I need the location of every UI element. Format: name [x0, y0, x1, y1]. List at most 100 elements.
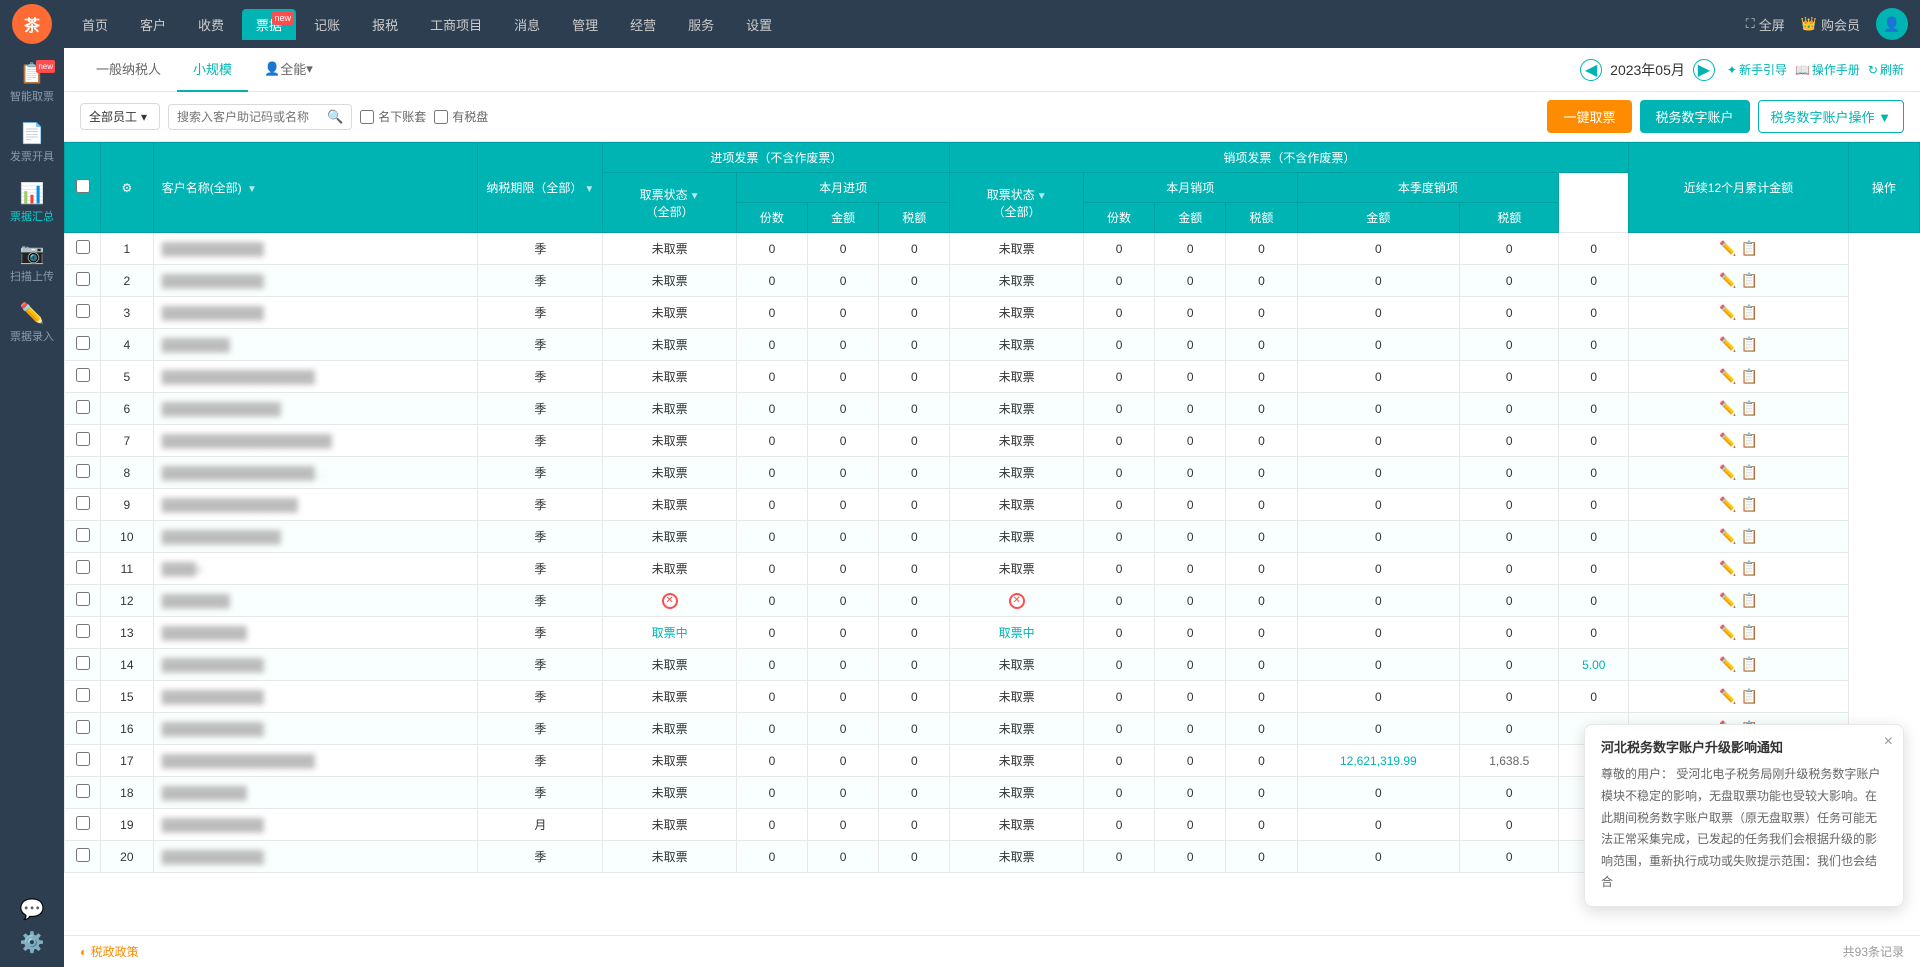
row-checkbox[interactable] — [76, 464, 90, 478]
copy-icon[interactable]: 📋 — [1740, 656, 1757, 673]
nav-accounting[interactable]: 记账 — [300, 9, 354, 40]
row-checkbox[interactable] — [76, 240, 90, 254]
edit-icon[interactable]: ✏️ — [1719, 336, 1736, 353]
row-checkbox[interactable] — [76, 272, 90, 286]
edit-icon[interactable]: ✏️ — [1719, 560, 1736, 577]
cell-checkbox[interactable] — [65, 841, 101, 873]
next-month-button[interactable]: ▶ — [1693, 59, 1715, 81]
one-click-ticket-button[interactable]: 一键取票 — [1547, 100, 1631, 133]
edit-icon[interactable]: ✏️ — [1719, 368, 1736, 385]
copy-icon[interactable]: 📋 — [1740, 304, 1757, 321]
row-checkbox[interactable] — [76, 432, 90, 446]
cell-checkbox[interactable] — [65, 617, 101, 649]
sidebar-item-entry[interactable]: ✏️ 票据录入 — [3, 296, 61, 352]
copy-icon[interactable]: 📋 — [1740, 624, 1757, 641]
tax-policy-link[interactable]: ◐ 税政政策 — [80, 943, 139, 960]
row-checkbox[interactable] — [76, 848, 90, 862]
cell-checkbox[interactable] — [65, 489, 101, 521]
cell-checkbox[interactable] — [65, 361, 101, 393]
nav-settings[interactable]: 设置 — [732, 9, 786, 40]
edit-icon[interactable]: ✏️ — [1719, 496, 1736, 513]
row-checkbox[interactable] — [76, 688, 90, 702]
sidebar-item-smart-ticket[interactable]: 📋 智能取票 new — [3, 56, 61, 112]
nav-service[interactable]: 服务 — [674, 9, 728, 40]
cell-checkbox[interactable] — [65, 713, 101, 745]
copy-icon[interactable]: 📋 — [1740, 688, 1757, 705]
cell-checkbox[interactable] — [65, 777, 101, 809]
row-checkbox[interactable] — [76, 336, 90, 350]
row-checkbox[interactable] — [76, 304, 90, 318]
edit-icon[interactable]: ✏️ — [1719, 240, 1736, 257]
cell-checkbox[interactable] — [65, 649, 101, 681]
cell-checkbox[interactable] — [65, 521, 101, 553]
copy-icon[interactable]: 📋 — [1740, 272, 1757, 289]
search-icon[interactable]: 🔍 — [327, 109, 343, 125]
sidebar-item-invoice[interactable]: 📄 发票开具 — [3, 116, 61, 172]
cell-checkbox[interactable] — [65, 233, 101, 265]
copy-icon[interactable]: 📋 — [1740, 528, 1757, 545]
copy-icon[interactable]: 📋 — [1740, 496, 1757, 513]
nav-manage[interactable]: 管理 — [558, 9, 612, 40]
cell-checkbox[interactable] — [65, 585, 101, 617]
edit-icon[interactable]: ✏️ — [1719, 304, 1736, 321]
cell-checkbox[interactable] — [65, 265, 101, 297]
avatar[interactable]: 👤 — [1876, 8, 1908, 40]
copy-icon[interactable]: 📋 — [1740, 240, 1757, 257]
vip-button[interactable]: 👑 购会员 — [1801, 15, 1860, 34]
copy-icon[interactable]: 📋 — [1740, 560, 1757, 577]
edit-icon[interactable]: ✏️ — [1719, 624, 1736, 641]
refresh-link[interactable]: ↻ 刷新 — [1868, 61, 1904, 78]
sidebar-settings[interactable]: ⚙️ — [20, 930, 45, 955]
new-guide-link[interactable]: ✦ 新手引导 — [1727, 61, 1787, 78]
th-in-status[interactable]: 取票状态▼（全部） — [603, 173, 737, 233]
cell-checkbox[interactable] — [65, 745, 101, 777]
cell-checkbox[interactable] — [65, 393, 101, 425]
cell-checkbox[interactable] — [65, 329, 101, 361]
tax-disk-checkbox[interactable] — [434, 110, 448, 124]
nav-customer[interactable]: 客户 — [126, 9, 180, 40]
row-checkbox[interactable] — [76, 400, 90, 414]
digital-tax-ops-button[interactable]: 税务数字账户操作 ▼ — [1758, 100, 1904, 133]
ledger-checkbox-label[interactable]: 名下账套 — [360, 108, 426, 125]
sidebar-item-scan[interactable]: 📷 扫描上传 — [3, 236, 61, 292]
edit-icon[interactable]: ✏️ — [1719, 528, 1736, 545]
tab-general-taxpayer[interactable]: 一般纳税人 — [80, 48, 177, 92]
nav-tax[interactable]: 报税 — [358, 9, 412, 40]
edit-icon[interactable]: ✏️ — [1719, 688, 1736, 705]
sidebar-item-summary[interactable]: 📊 票据汇总 — [3, 176, 61, 232]
row-checkbox[interactable] — [76, 368, 90, 382]
cell-checkbox[interactable] — [65, 553, 101, 585]
prev-month-button[interactable]: ◀ — [1580, 59, 1602, 81]
row-checkbox[interactable] — [76, 816, 90, 830]
digital-tax-button[interactable]: 税务数字账户 — [1640, 100, 1750, 133]
copy-icon[interactable]: 📋 — [1740, 336, 1757, 353]
copy-icon[interactable]: 📋 — [1740, 464, 1757, 481]
th-tax-period[interactable]: 纳税期限（全部）▼ — [478, 143, 603, 233]
nav-message[interactable]: 消息 — [500, 9, 554, 40]
cell-checkbox[interactable] — [65, 681, 101, 713]
edit-icon[interactable]: ✏️ — [1719, 272, 1736, 289]
row-checkbox[interactable] — [76, 624, 90, 638]
tax-disk-checkbox-label[interactable]: 有税盘 — [434, 108, 488, 125]
edit-icon[interactable]: ✏️ — [1719, 400, 1736, 417]
select-all-checkbox[interactable] — [76, 179, 90, 193]
cell-checkbox[interactable] — [65, 809, 101, 841]
row-checkbox[interactable] — [76, 560, 90, 574]
edit-icon[interactable]: ✏️ — [1719, 656, 1736, 673]
th-out-status[interactable]: 取票状态▼（全部） — [950, 173, 1084, 233]
sidebar-message[interactable]: 💬 — [20, 897, 45, 922]
row-checkbox[interactable] — [76, 720, 90, 734]
row-checkbox[interactable] — [76, 784, 90, 798]
th-customer-name[interactable]: 客户名称(全部) ▼ — [153, 143, 478, 233]
ledger-checkbox[interactable] — [360, 110, 374, 124]
employee-select[interactable]: 全部员工 ▾ — [80, 103, 160, 130]
row-checkbox[interactable] — [76, 752, 90, 766]
copy-icon[interactable]: 📋 — [1740, 592, 1757, 609]
edit-icon[interactable]: ✏️ — [1719, 592, 1736, 609]
row-checkbox[interactable] — [76, 496, 90, 510]
row-checkbox[interactable] — [76, 592, 90, 606]
tab-small-scale[interactable]: 小规模 — [177, 48, 248, 92]
row-checkbox[interactable] — [76, 656, 90, 670]
cell-checkbox[interactable] — [65, 425, 101, 457]
popup-close-button[interactable]: × — [1884, 733, 1893, 751]
